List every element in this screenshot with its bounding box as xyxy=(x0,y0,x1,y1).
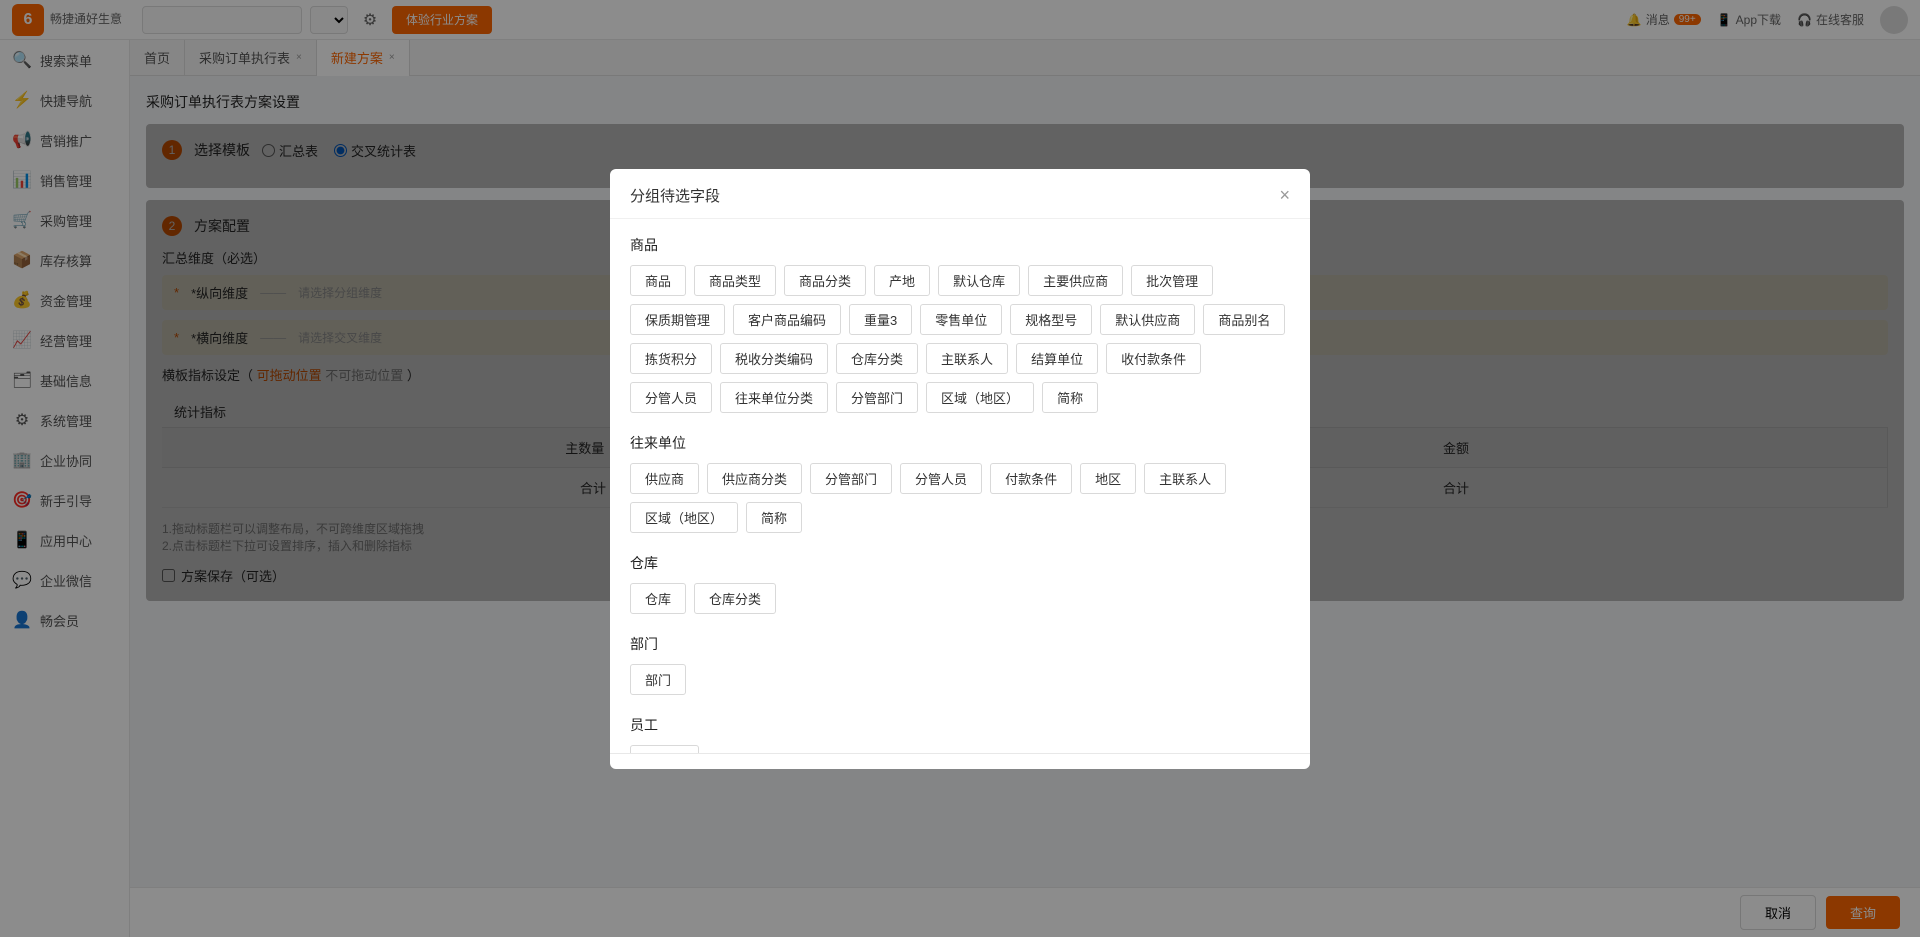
field-tag-goods-6[interactable]: 批次管理 xyxy=(1131,265,1213,296)
field-section-employee: 员工 业务员 xyxy=(630,715,1290,753)
field-tag-goods-19[interactable]: 收付款条件 xyxy=(1106,343,1201,374)
field-tag-department-0[interactable]: 部门 xyxy=(630,664,686,695)
field-selection-modal: 分组待选字段 × 商品 商品商品类型商品分类产地默认仓库主要供应商批次管理保质期… xyxy=(610,169,1310,769)
section-title-employee: 员工 xyxy=(630,715,1290,735)
field-tag-partner-4[interactable]: 付款条件 xyxy=(990,463,1072,494)
modal-title: 分组待选字段 xyxy=(630,185,720,206)
field-tag-warehouse-1[interactable]: 仓库分类 xyxy=(694,583,776,614)
field-tag-goods-10[interactable]: 零售单位 xyxy=(920,304,1002,335)
field-tag-goods-20[interactable]: 分管人员 xyxy=(630,382,712,413)
field-tag-goods-18[interactable]: 结算单位 xyxy=(1016,343,1098,374)
field-tags-goods: 商品商品类型商品分类产地默认仓库主要供应商批次管理保质期管理客户商品编码重量3 零… xyxy=(630,265,1290,413)
field-tag-goods-7[interactable]: 保质期管理 xyxy=(630,304,725,335)
field-section-goods: 商品 商品商品类型商品分类产地默认仓库主要供应商批次管理保质期管理客户商品编码重… xyxy=(630,235,1290,413)
modal-overlay: 分组待选字段 × 商品 商品商品类型商品分类产地默认仓库主要供应商批次管理保质期… xyxy=(0,0,1920,937)
field-section-warehouse: 仓库 仓库仓库分类 xyxy=(630,553,1290,614)
section-title-partner: 往来单位 xyxy=(630,433,1290,453)
field-tag-partner-0[interactable]: 供应商 xyxy=(630,463,699,494)
field-tag-goods-9[interactable]: 重量3 xyxy=(849,304,912,335)
modal-header: 分组待选字段 × xyxy=(610,169,1310,219)
field-tag-partner-2[interactable]: 分管部门 xyxy=(810,463,892,494)
field-tag-goods-2[interactable]: 商品分类 xyxy=(784,265,866,296)
field-tag-goods-22[interactable]: 分管部门 xyxy=(836,382,918,413)
field-tag-goods-11[interactable]: 规格型号 xyxy=(1010,304,1092,335)
modal-close-btn[interactable]: × xyxy=(1279,185,1290,206)
field-tag-partner-6[interactable]: 主联系人 xyxy=(1144,463,1226,494)
field-tags-partner: 供应商供应商分类分管部门分管人员付款条件地区主联系人区域（地区） 简称 xyxy=(630,463,1290,533)
field-tag-goods-24[interactable]: 简称 xyxy=(1042,382,1098,413)
field-section-partner: 往来单位 供应商供应商分类分管部门分管人员付款条件地区主联系人区域（地区） 简称 xyxy=(630,433,1290,533)
field-tag-goods-14[interactable]: 拣货积分 xyxy=(630,343,712,374)
field-tag-partner-1[interactable]: 供应商分类 xyxy=(707,463,802,494)
field-tag-partner-3[interactable]: 分管人员 xyxy=(900,463,982,494)
field-tag-goods-3[interactable]: 产地 xyxy=(874,265,930,296)
field-tag-goods-12[interactable]: 默认供应商 xyxy=(1100,304,1195,335)
field-tag-goods-5[interactable]: 主要供应商 xyxy=(1028,265,1123,296)
field-tag-goods-21[interactable]: 往来单位分类 xyxy=(720,382,828,413)
field-tag-goods-17[interactable]: 主联系人 xyxy=(926,343,1008,374)
field-tag-goods-23[interactable]: 区域（地区） xyxy=(926,382,1034,413)
field-tag-partner-5[interactable]: 地区 xyxy=(1080,463,1136,494)
field-tag-warehouse-0[interactable]: 仓库 xyxy=(630,583,686,614)
field-tags-warehouse: 仓库仓库分类 xyxy=(630,583,1290,614)
field-tag-goods-15[interactable]: 税收分类编码 xyxy=(720,343,828,374)
field-tag-goods-4[interactable]: 默认仓库 xyxy=(938,265,1020,296)
field-tag-goods-13[interactable]: 商品别名 xyxy=(1203,304,1285,335)
field-tag-goods-1[interactable]: 商品类型 xyxy=(694,265,776,296)
field-tags-department: 部门 xyxy=(630,664,1290,695)
field-tag-partner-8[interactable]: 简称 xyxy=(746,502,802,533)
modal-body: 商品 商品商品类型商品分类产地默认仓库主要供应商批次管理保质期管理客户商品编码重… xyxy=(610,219,1310,753)
field-tag-employee-0[interactable]: 业务员 xyxy=(630,745,699,753)
field-tag-goods-0[interactable]: 商品 xyxy=(630,265,686,296)
section-title-goods: 商品 xyxy=(630,235,1290,255)
field-tag-goods-16[interactable]: 仓库分类 xyxy=(836,343,918,374)
field-tag-partner-7[interactable]: 区域（地区） xyxy=(630,502,738,533)
field-tag-goods-8[interactable]: 客户商品编码 xyxy=(733,304,841,335)
modal-horizontal-scroll[interactable] xyxy=(610,753,1310,769)
field-section-department: 部门 部门 xyxy=(630,634,1290,695)
field-tags-employee: 业务员 xyxy=(630,745,1290,753)
section-title-department: 部门 xyxy=(630,634,1290,654)
section-title-warehouse: 仓库 xyxy=(630,553,1290,573)
